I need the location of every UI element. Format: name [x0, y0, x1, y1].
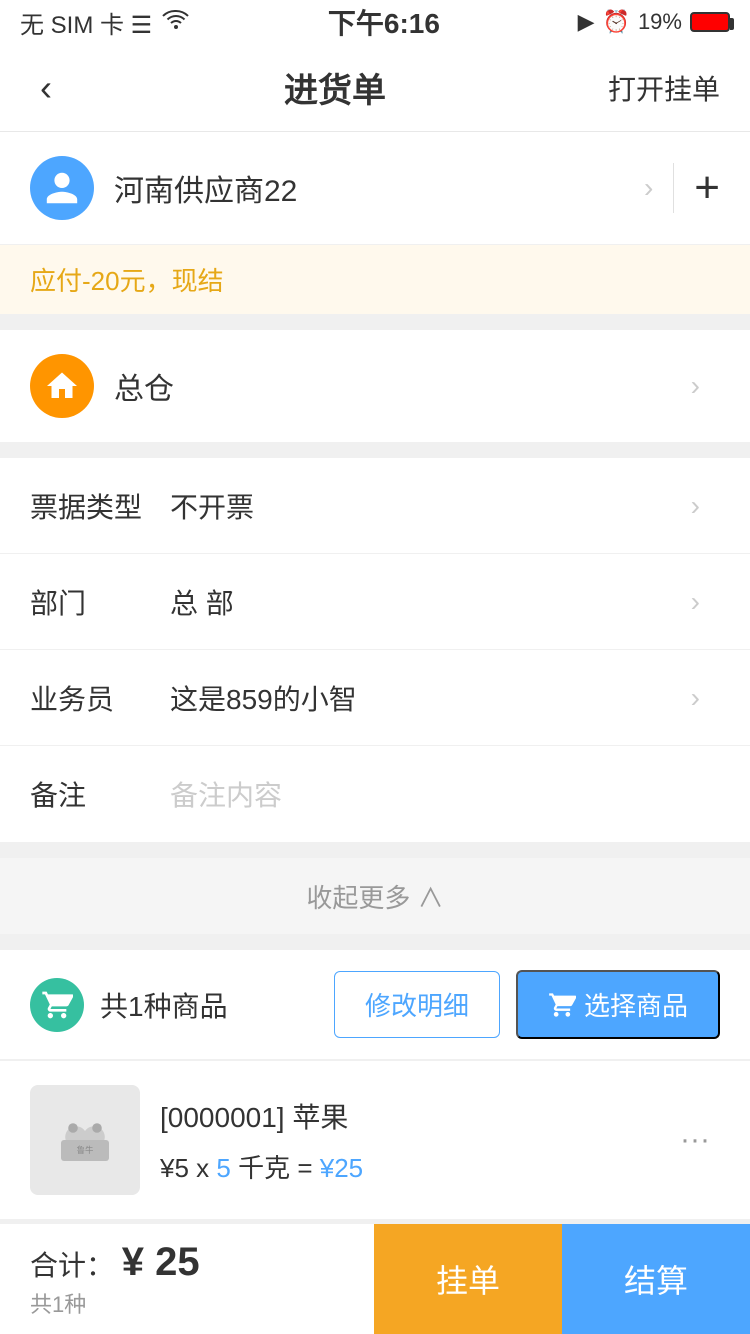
product-multiply: x — [196, 1153, 216, 1183]
salesman-label: 业务员 — [30, 678, 170, 718]
page-title: 进货单 — [284, 63, 386, 112]
edit-detail-button[interactable]: 修改明细 — [334, 971, 500, 1038]
signal-text: 无 SIM 卡 ☰ — [20, 5, 152, 40]
product-quantity: 5 — [216, 1153, 230, 1183]
battery-icon — [690, 12, 730, 32]
nav-bar: ‹ 进货单 打开挂单 — [0, 44, 750, 132]
product-header: 共1种商品 修改明细 选择商品 — [0, 950, 750, 1059]
footer: 合计： ¥ 25 共1种 挂单 结算 — [0, 1224, 750, 1334]
select-product-button[interactable]: 选择商品 — [516, 970, 720, 1039]
footer-total-label: 合计： — [30, 1250, 114, 1281]
product-total: ¥25 — [320, 1153, 363, 1183]
suspend-button[interactable]: 挂单 — [374, 1224, 562, 1334]
open-pending-button[interactable]: 打开挂单 — [608, 68, 720, 108]
invoice-type-label: 票据类型 — [30, 486, 170, 526]
footer-total-sub: 共1种 — [30, 1287, 344, 1319]
supplier-chevron-icon: › — [644, 172, 653, 204]
salesman-chevron-icon: › — [691, 682, 700, 714]
department-row[interactable]: 部门 总 部 › — [0, 554, 750, 650]
location-icon: ▶ — [578, 9, 595, 35]
remark-row[interactable]: 备注 备注内容 — [0, 746, 750, 842]
supplier-name: 河南供应商22 — [114, 166, 644, 210]
product-icon — [30, 978, 84, 1032]
remark-input[interactable]: 备注内容 — [170, 774, 720, 814]
warehouse-icon — [30, 354, 94, 418]
product-equals: = — [297, 1153, 319, 1183]
supplier-divider — [673, 163, 674, 213]
product-unit-price: ¥5 — [160, 1153, 189, 1183]
product-unit: 千克 — [238, 1153, 290, 1183]
product-more-button[interactable]: ··· — [670, 1113, 720, 1167]
product-price: ¥5 x 5 千克 = ¥25 — [160, 1148, 670, 1185]
footer-total: 合计： ¥ 25 共1种 — [0, 1240, 374, 1319]
supplier-row[interactable]: 河南供应商22 › + — [0, 132, 750, 245]
invoice-chevron-icon: › — [691, 490, 700, 522]
warehouse-row[interactable]: 总仓 › — [0, 330, 750, 442]
invoice-type-value: 不开票 — [170, 486, 691, 526]
warehouse-chevron-icon: › — [691, 370, 700, 402]
collapse-row[interactable]: 收起更多 ∧ — [0, 858, 750, 934]
notice-bar: 应付-20元，现结 — [0, 245, 750, 314]
suspend-label: 挂单 — [436, 1256, 500, 1302]
salesman-row[interactable]: 业务员 这是859的小智 › — [0, 650, 750, 746]
add-supplier-button[interactable]: + — [694, 166, 720, 210]
supplier-avatar — [30, 156, 94, 220]
alarm-icon: ⏰ — [603, 9, 630, 35]
supplier-section: 河南供应商22 › + — [0, 132, 750, 245]
product-count: 共1种商品 — [100, 985, 334, 1025]
battery-percent: 19% — [638, 9, 682, 35]
status-time: 下午6:16 — [328, 2, 440, 42]
department-chevron-icon: › — [691, 586, 700, 618]
notice-text: 应付-20元，现结 — [30, 266, 224, 296]
invoice-type-row[interactable]: 票据类型 不开票 › — [0, 458, 750, 554]
department-value: 总 部 — [170, 582, 691, 622]
footer-total-amount: ¥ 25 — [122, 1240, 200, 1284]
salesman-value: 这是859的小智 — [170, 678, 691, 718]
product-name: [0000001] 苹果 — [160, 1096, 670, 1136]
warehouse-name: 总仓 — [114, 364, 691, 408]
wifi-icon — [162, 8, 190, 36]
product-info: [0000001] 苹果 ¥5 x 5 千克 = ¥25 — [160, 1096, 670, 1185]
product-thumbnail: 鲁牛 — [30, 1085, 140, 1195]
status-right: ▶ ⏰ 19% — [578, 9, 730, 35]
department-label: 部门 — [30, 582, 170, 622]
product-item: 鲁牛 [0000001] 苹果 ¥5 x 5 千克 = ¥25 ··· — [0, 1061, 750, 1219]
select-product-label: 选择商品 — [584, 986, 688, 1023]
collapse-label: 收起更多 ∧ — [306, 878, 443, 915]
checkout-button[interactable]: 结算 — [562, 1224, 750, 1334]
checkout-label: 结算 — [624, 1256, 688, 1302]
remark-label: 备注 — [30, 774, 170, 814]
svg-text:鲁牛: 鲁牛 — [77, 1145, 94, 1155]
product-title: 苹果 — [292, 1102, 348, 1133]
back-button[interactable]: ‹ — [30, 57, 62, 119]
status-bar: 无 SIM 卡 ☰ 下午6:16 ▶ ⏰ 19% — [0, 0, 750, 44]
status-left: 无 SIM 卡 ☰ — [20, 5, 190, 40]
product-code: [0000001] — [160, 1102, 285, 1133]
form-section: 票据类型 不开票 › 部门 总 部 › 业务员 这是859的小智 › 备注 备注… — [0, 458, 750, 842]
